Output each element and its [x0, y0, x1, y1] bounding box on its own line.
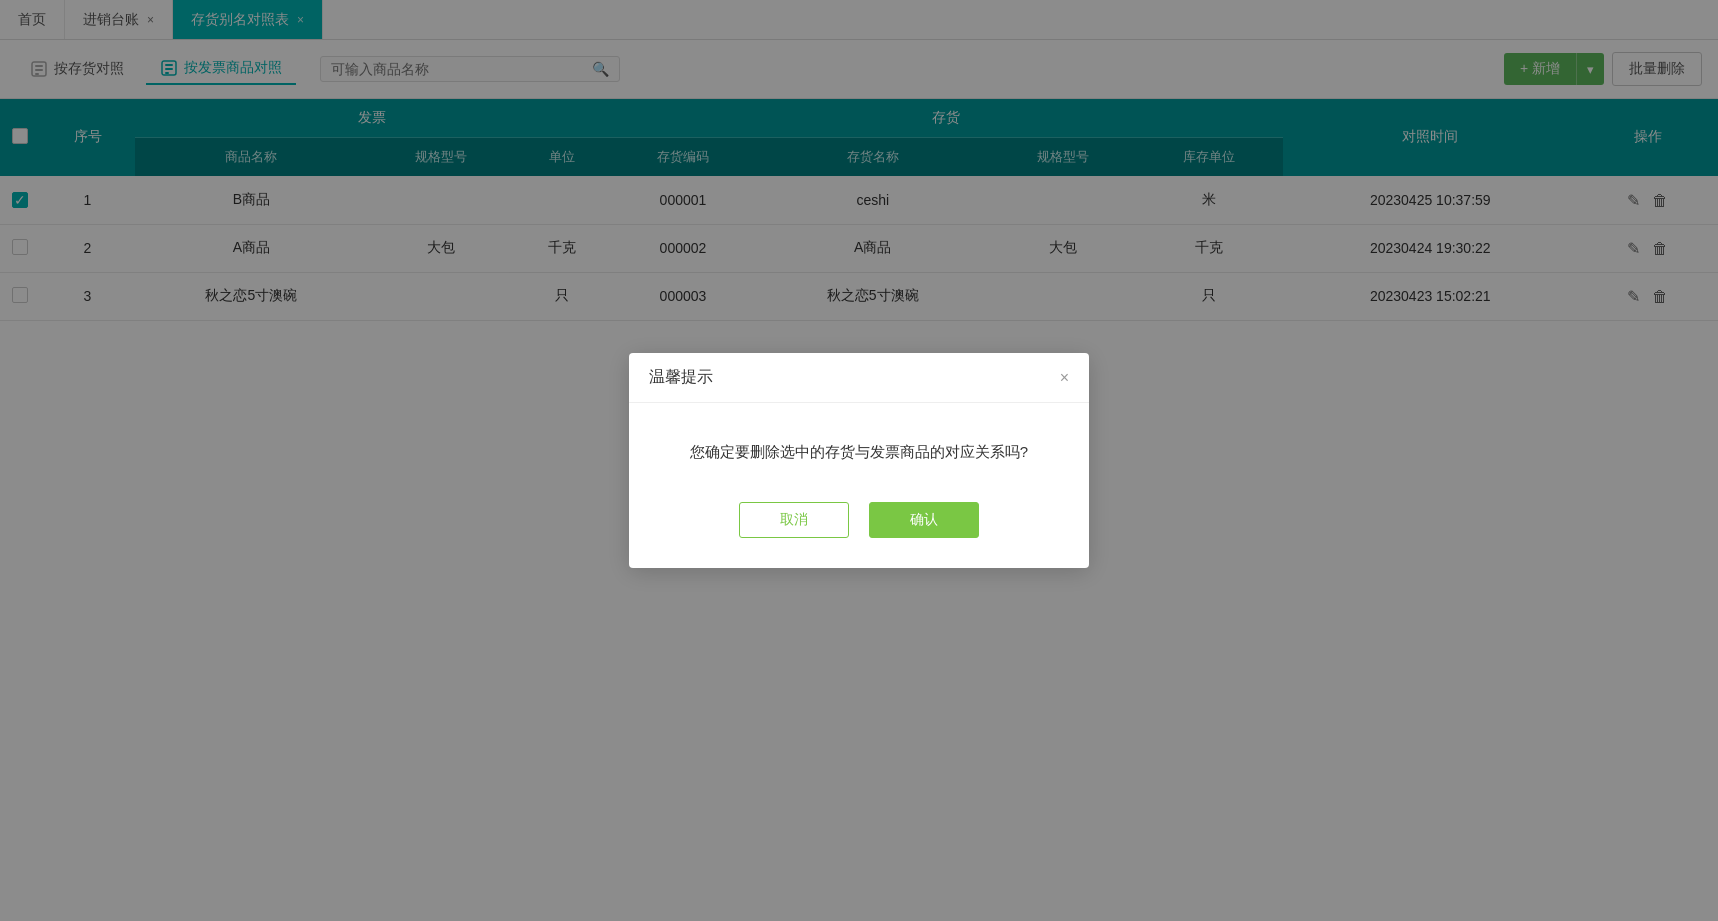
confirm-button[interactable]: 确认 — [869, 502, 979, 538]
dialog-title: 温馨提示 — [649, 367, 713, 388]
cancel-button[interactable]: 取消 — [739, 502, 849, 538]
modal-overlay: 温馨提示 × 您确定要删除选中的存货与发票商品的对应关系吗? 取消 确认 — [0, 0, 1718, 921]
dialog-message: 您确定要删除选中的存货与发票商品的对应关系吗? — [690, 443, 1028, 460]
dialog-header: 温馨提示 × — [629, 353, 1089, 403]
confirm-dialog: 温馨提示 × 您确定要删除选中的存货与发票商品的对应关系吗? 取消 确认 — [629, 353, 1089, 568]
dialog-body: 您确定要删除选中的存货与发票商品的对应关系吗? — [629, 403, 1089, 492]
dialog-footer: 取消 确认 — [629, 492, 1089, 568]
dialog-close-btn[interactable]: × — [1060, 369, 1069, 387]
